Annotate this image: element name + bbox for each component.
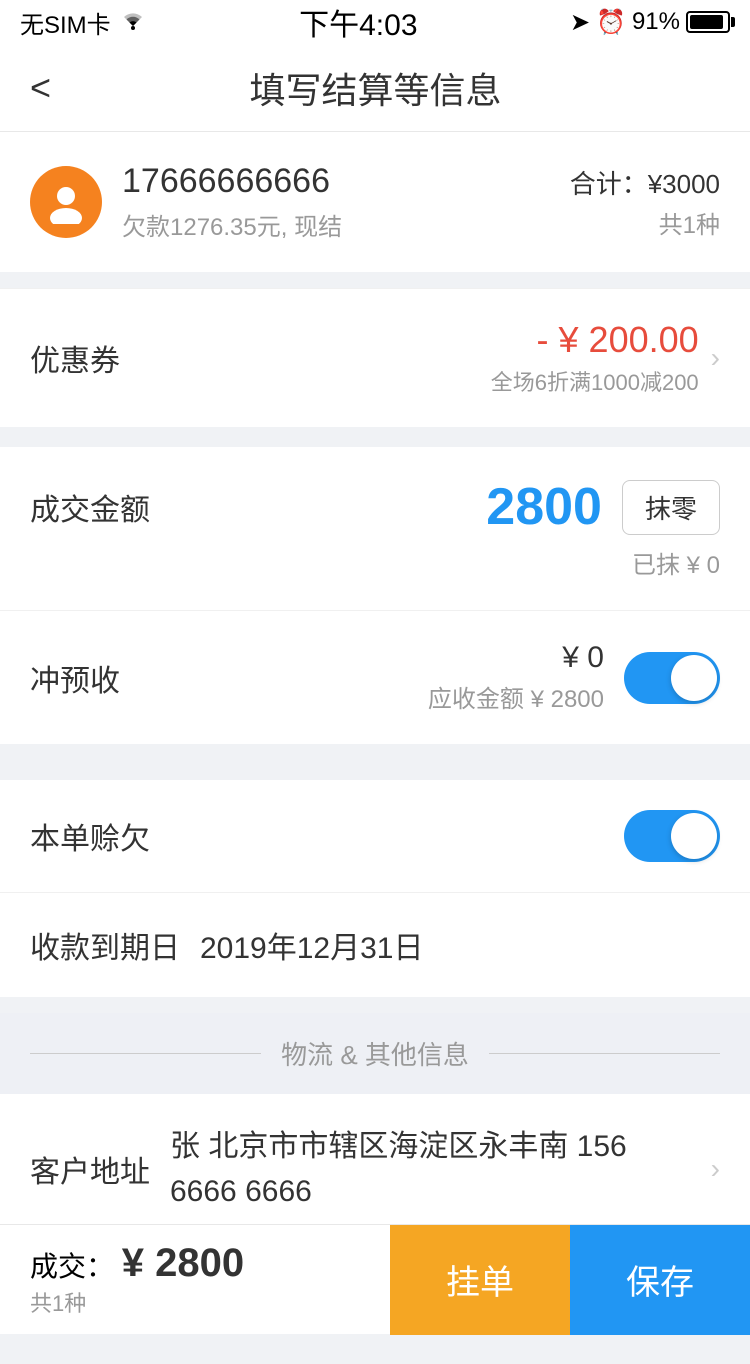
logistics-title: 物流 & 其他信息 [261,1035,489,1072]
amount-row: 成交金额 2800 抹零 [30,477,720,537]
avatar-person-icon [44,180,88,224]
section-divider-1 [0,427,750,447]
amount-label: 成交金额 [30,485,150,529]
back-button[interactable]: < [30,57,71,119]
logistics-line-left [30,1053,261,1054]
page-title: 填写结算等信息 [71,62,680,114]
credit-toggle-knob [671,813,717,859]
address-section[interactable]: 客户地址 张 北京市市辖区海淀区永丰南 156 6666 6666 › [0,1094,750,1244]
carrier-text: 无SIM卡 [20,5,111,40]
prepay-right: ¥ 0 应收金额 ¥ 2800 [428,641,720,714]
prepay-section: 冲预收 ¥ 0 应收金额 ¥ 2800 [0,610,750,744]
logistics-header: 物流 & 其他信息 [0,1013,750,1094]
prepay-amount: ¥ 0 应收金额 ¥ 2800 [428,641,604,714]
address-value: 张 北京市市辖区海淀区永丰南 156 6666 6666 [170,1124,691,1214]
bottom-info: 成交： ¥ 2800 共1种 [0,1241,390,1318]
total-label: 合计：¥3000 [570,164,720,201]
content-area: 17666666666 欠款1276.35元, 现结 合计：¥3000 共1种 … [0,132,750,1364]
bottom-trans-label: 成交： [30,1251,114,1282]
bottom-bar: 成交： ¥ 2800 共1种 挂单 保存 [0,1224,750,1334]
battery-icon [686,11,730,33]
amount-value: 2800 [486,477,602,537]
prepay-row: 冲预收 ¥ 0 应收金额 ¥ 2800 [30,641,720,714]
customer-card: 17666666666 欠款1276.35元, 现结 合计：¥3000 共1种 [0,132,750,272]
total-count: 共1种 [570,205,720,240]
coupon-desc: 全场6折满1000减200 [491,365,699,397]
status-time: 下午4:03 [299,0,417,44]
bottom-trans-amount: ¥ 2800 [122,1241,244,1285]
customer-left: 17666666666 欠款1276.35元, 现结 [30,162,342,242]
customer-phone: 17666666666 [122,162,342,201]
location-icon: ➤ [570,8,590,37]
coupon-discount: - ¥ 200.00 全场6折满1000减200 [491,319,699,397]
status-left: 无SIM卡 [20,5,147,40]
address-chevron-right-icon: › [711,1153,720,1185]
coupon-amount: - ¥ 200.00 [491,319,699,361]
section-divider-2 [0,744,750,764]
coupon-right: - ¥ 200.00 全场6折满1000减200 › [491,319,720,397]
round-button[interactable]: 抹零 [622,480,720,535]
amount-section: 成交金额 2800 抹零 已抹 ¥ 0 [0,447,750,610]
prepay-toggle[interactable] [624,652,720,704]
amount-right: 2800 抹零 [486,477,720,537]
duedate-value: 2019年12月31日 [200,923,423,967]
alarm-icon: ⏰ [596,8,626,37]
customer-right: 合计：¥3000 共1种 [570,164,720,240]
amount-sub: 已抹 ¥ 0 [30,545,720,580]
avatar [30,166,102,238]
pending-button[interactable]: 挂单 [390,1225,570,1335]
toggle-knob [671,655,717,701]
bottom-trans-row: 成交： ¥ 2800 [30,1241,360,1286]
coupon-row[interactable]: 优惠券 - ¥ 200.00 全场6折满1000减200 › [0,288,750,427]
bottom-trans-count: 共1种 [30,1286,360,1318]
prepay-sub: 应收金额 ¥ 2800 [428,679,604,714]
nav-bar: < 填写结算等信息 [0,44,750,132]
prepay-value: ¥ 0 [428,641,604,675]
duedate-label: 收款到期日 [30,923,180,967]
logistics-line-right [489,1053,720,1054]
coupon-label: 优惠券 [30,336,120,380]
chevron-right-icon: › [711,342,720,374]
status-bar: 无SIM卡 下午4:03 ➤ ⏰ 91% [0,0,750,44]
address-label: 客户地址 [30,1147,150,1191]
prepay-label: 冲预收 [30,656,120,700]
duedate-section: 收款到期日 2019年12月31日 [0,892,750,997]
status-right: ➤ ⏰ 91% [570,8,730,37]
credit-label: 本单赊欠 [30,814,150,858]
wifi-icon [119,8,147,37]
customer-info: 17666666666 欠款1276.35元, 现结 [122,162,342,242]
save-button[interactable]: 保存 [570,1225,750,1335]
credit-toggle[interactable] [624,810,720,862]
battery-percent: 91% [632,8,680,36]
credit-section: 本单赊欠 [0,780,750,892]
customer-debt: 欠款1276.35元, 现结 [122,207,342,242]
